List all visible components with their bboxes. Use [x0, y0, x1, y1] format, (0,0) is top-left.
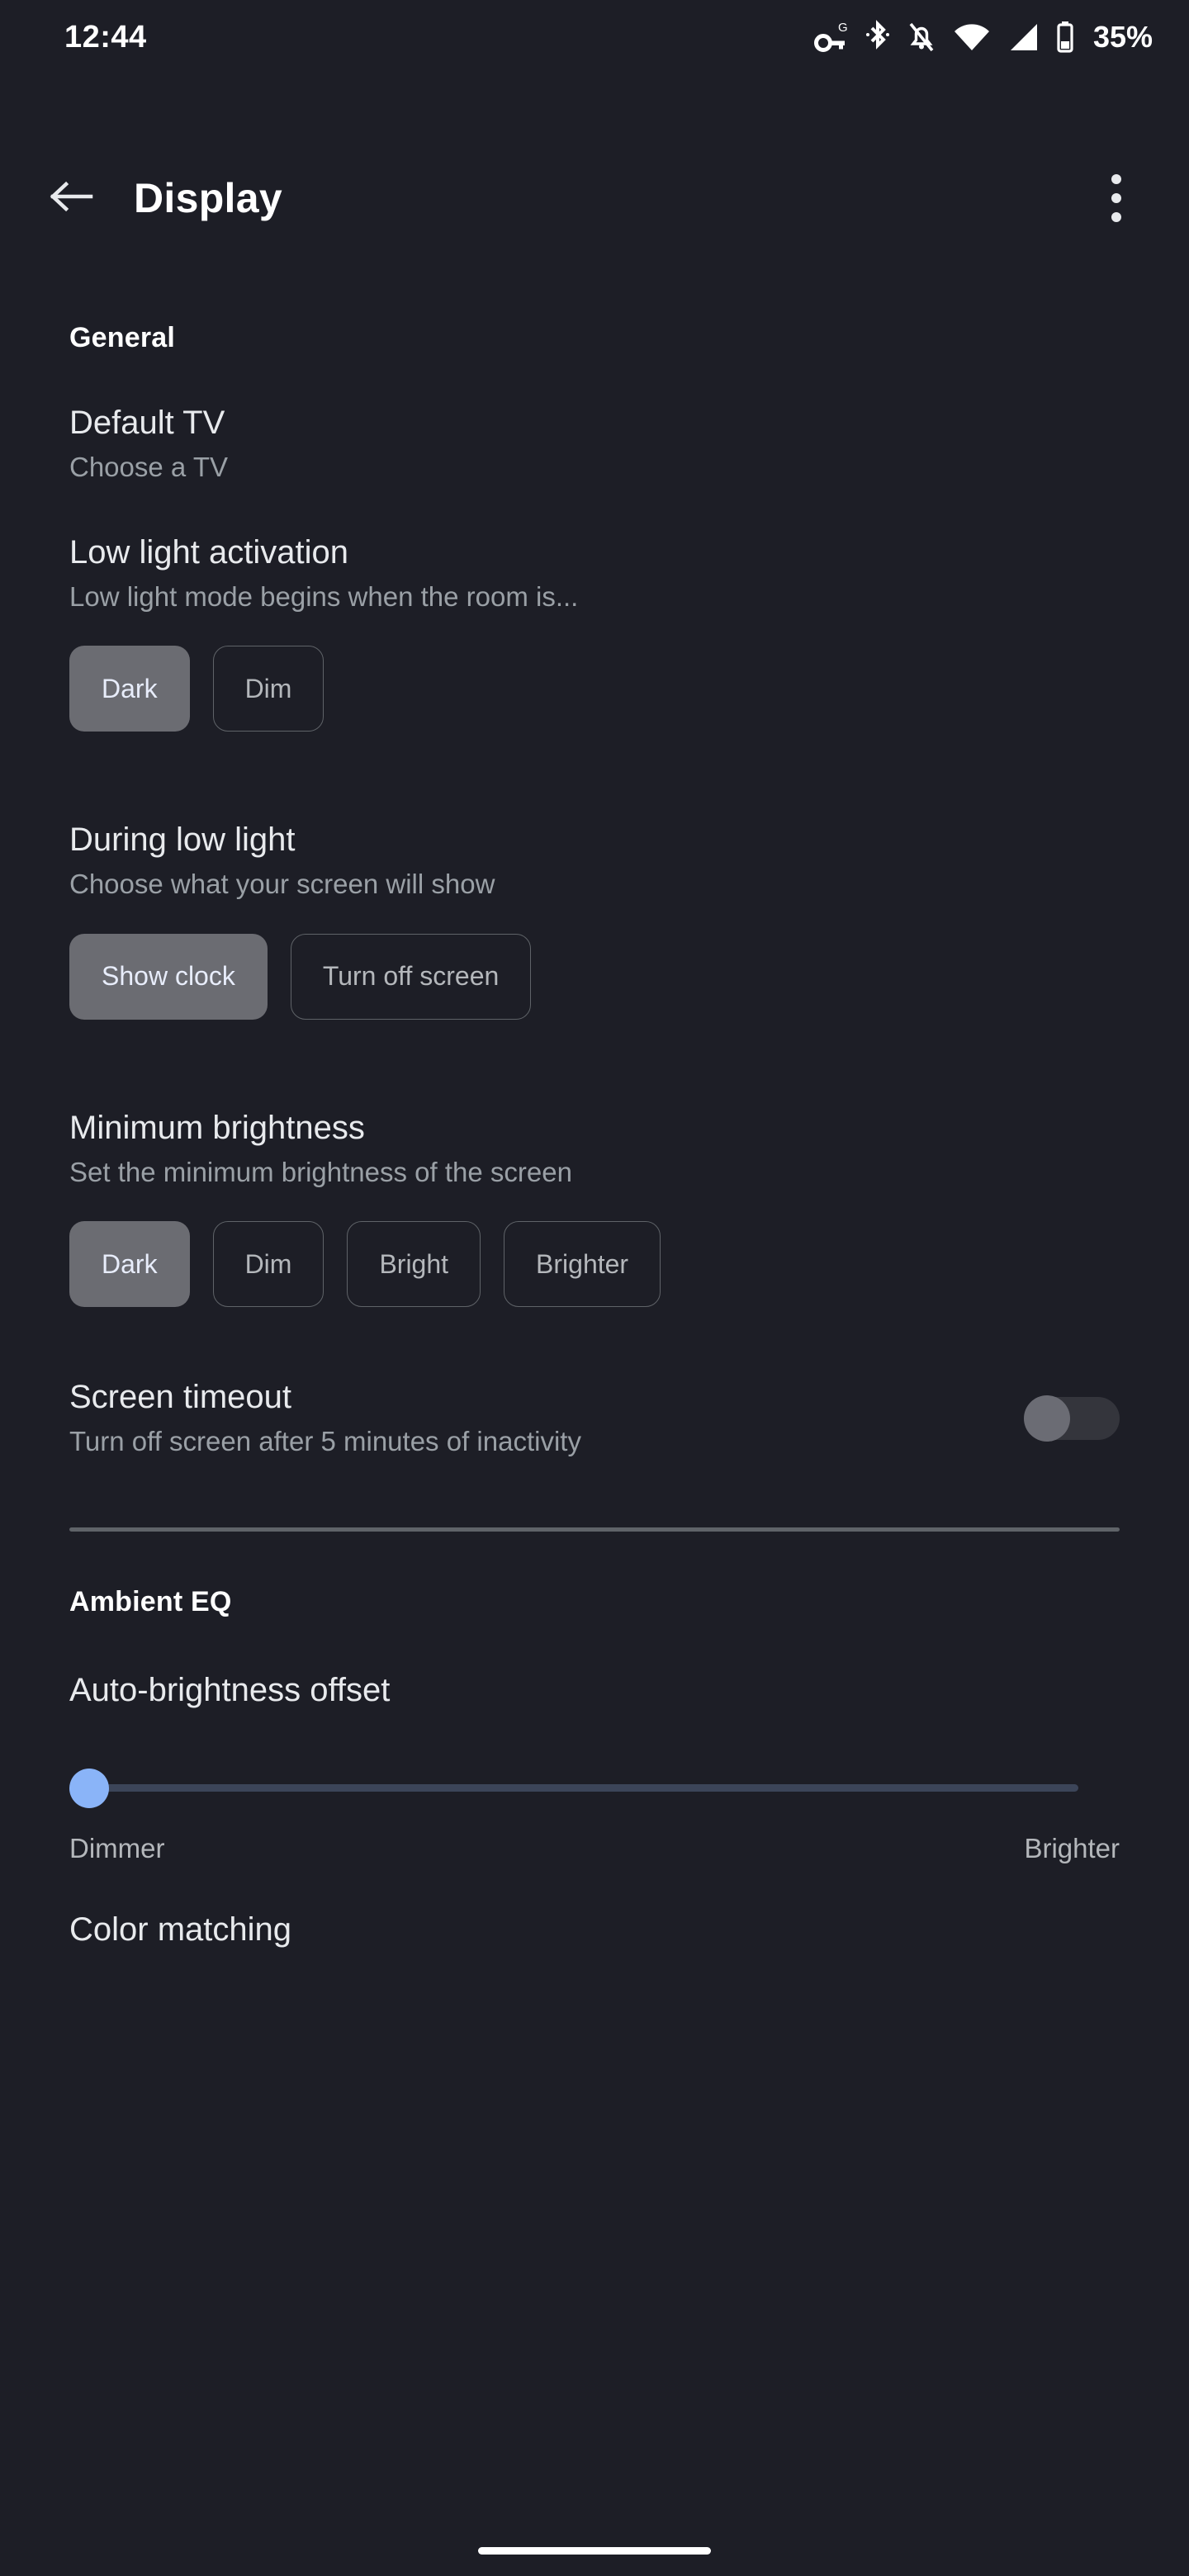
chip-low-light-dim[interactable]: Dim — [212, 646, 324, 732]
slider-track — [86, 1783, 1078, 1792]
pref-subtitle: Choose a TV — [69, 452, 229, 482]
battery-percent-label: 35% — [1092, 20, 1153, 54]
slider-thumb[interactable] — [69, 1768, 109, 1808]
pref-title: Minimum brightness — [69, 1109, 365, 1146]
chip-min-brightness-brighter[interactable]: Brighter — [504, 1221, 661, 1308]
status-bar: 12:44 G 35% — [0, 0, 1189, 74]
pref-title: Auto-brightness offset — [69, 1671, 391, 1708]
bluetooth-icon — [865, 20, 890, 54]
pref-title: Color matching — [69, 1911, 292, 1948]
pref-default-tv[interactable]: Default TV Choose a TV — [69, 354, 1120, 484]
chip-min-brightness-dark[interactable]: Dark — [69, 1221, 190, 1308]
vpn-key-icon: G — [813, 21, 850, 54]
pref-minimum-brightness: Minimum brightness Set the minimum brigh… — [69, 1020, 1120, 1308]
pref-title: Screen timeout — [69, 1379, 292, 1416]
slider-labels: Dimmer Brighter — [69, 1833, 1120, 1864]
pref-low-light-activation: Low light activation Low light mode begi… — [69, 484, 1120, 732]
section-header-general: General — [69, 322, 176, 353]
chip-group-during-low-light: Show clock Turn off screen — [69, 933, 1120, 1020]
overflow-dot — [1111, 193, 1121, 203]
overflow-dot — [1111, 174, 1121, 184]
battery-icon — [1055, 20, 1075, 54]
chip-min-brightness-bright[interactable]: Bright — [347, 1221, 481, 1308]
svg-text:G: G — [838, 21, 848, 35]
notifications-off-icon — [905, 20, 938, 54]
pref-subtitle: Low light mode begins when the room is..… — [69, 580, 579, 612]
back-arrow-icon — [48, 178, 94, 220]
pref-title: Default TV — [69, 405, 225, 441]
back-button[interactable] — [26, 178, 116, 220]
pref-title: Low light activation — [69, 533, 348, 571]
chip-turn-off-screen[interactable]: Turn off screen — [290, 933, 532, 1020]
pref-color-matching[interactable]: Color matching — [69, 1864, 1120, 1949]
pref-during-low-light: During low light Choose what your screen… — [69, 732, 1120, 1020]
navigation-pill[interactable] — [478, 2547, 711, 2555]
toggle-thumb — [1024, 1395, 1070, 1442]
page-title: Display — [134, 175, 282, 221]
slider-min-label: Dimmer — [69, 1832, 165, 1863]
pref-subtitle: Choose what your screen will show — [69, 869, 495, 900]
section-header-ambient-eq: Ambient EQ — [69, 1585, 232, 1617]
chip-low-light-dark[interactable]: Dark — [69, 646, 190, 732]
overflow-dot — [1111, 212, 1121, 222]
pref-screen-timeout[interactable]: Screen timeout Turn off screen after 5 m… — [69, 1307, 1120, 1458]
more-options-icon[interactable] — [1092, 165, 1141, 231]
auto-brightness-slider[interactable] — [69, 1760, 1120, 1815]
chip-group-low-light-activation: Dark Dim — [69, 646, 1120, 732]
status-bar-clock: 12:44 — [64, 19, 147, 54]
pref-subtitle: Turn off screen after 5 minutes of inact… — [69, 1426, 581, 1457]
display-settings-screen: 12:44 G 35% Display General Default TV C… — [0, 0, 1189, 2576]
chip-min-brightness-dim[interactable]: Dim — [212, 1221, 324, 1308]
pref-auto-brightness-offset: Auto-brightness offset Dimmer Brighter — [69, 1618, 1120, 1864]
settings-content: General Default TV Choose a TV Low light… — [0, 256, 1189, 1949]
pref-title: During low light — [69, 822, 296, 859]
pref-screen-timeout-text: Screen timeout Turn off screen after 5 m… — [69, 1378, 1002, 1458]
cellular-signal-icon — [1006, 21, 1040, 54]
wifi-icon — [953, 21, 991, 54]
slider-max-label: Brighter — [1024, 1832, 1120, 1863]
chip-group-minimum-brightness: Dark Dim Bright Brighter — [69, 1221, 1120, 1308]
chip-show-clock[interactable]: Show clock — [69, 933, 268, 1020]
app-bar: Display — [0, 140, 1189, 256]
pref-subtitle: Set the minimum brightness of the screen — [69, 1156, 572, 1187]
status-bar-icons: G 35% — [813, 20, 1153, 54]
screen-timeout-toggle[interactable] — [1024, 1395, 1120, 1442]
